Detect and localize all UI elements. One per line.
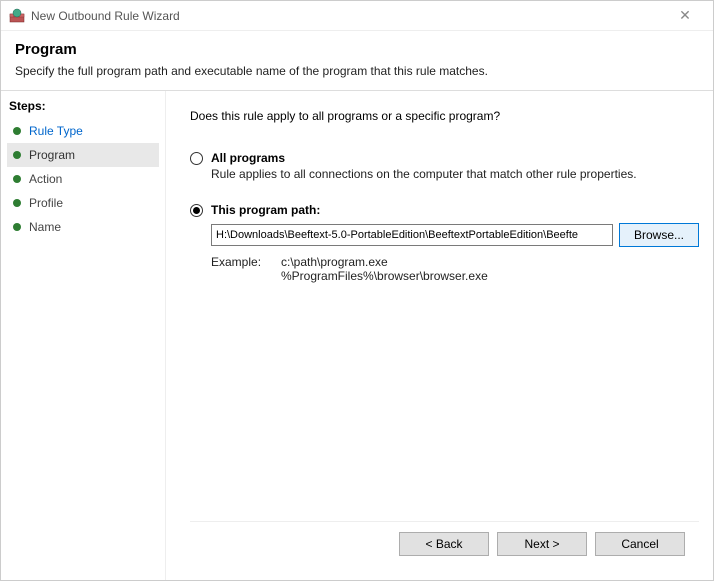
option-path-label: This program path: <box>211 203 320 217</box>
step-label: Name <box>29 220 61 234</box>
step-rule-type[interactable]: Rule Type <box>7 119 159 143</box>
example-label: Example: <box>211 255 281 283</box>
close-icon[interactable]: ✕ <box>665 7 705 24</box>
titlebar: New Outbound Rule Wizard ✕ <box>1 1 713 31</box>
option-all-label: All programs <box>211 151 285 165</box>
step-label: Profile <box>29 196 63 210</box>
page-title: Program <box>15 41 699 58</box>
question-text: Does this rule apply to all programs or … <box>190 109 699 123</box>
main-panel: Does this rule apply to all programs or … <box>166 91 713 580</box>
radio-all-programs[interactable] <box>190 152 203 165</box>
example-text: c:\path\program.exe %ProgramFiles%\brows… <box>281 255 488 283</box>
step-bullet-icon <box>13 199 21 207</box>
window-title: New Outbound Rule Wizard <box>31 9 665 23</box>
footer: < Back Next > Cancel <box>190 521 699 570</box>
step-bullet-icon <box>13 223 21 231</box>
step-bullet-icon <box>13 175 21 183</box>
option-all-programs: All programs Rule applies to all connect… <box>190 151 699 181</box>
step-bullet-icon <box>13 151 21 159</box>
program-path-input[interactable] <box>211 224 613 246</box>
step-label: Program <box>29 148 75 162</box>
firewall-icon <box>9 8 25 24</box>
option-program-path: This program path: Browse... Example: c:… <box>190 203 699 283</box>
browse-button[interactable]: Browse... <box>619 223 699 247</box>
wizard-window: New Outbound Rule Wizard ✕ Program Speci… <box>0 0 714 581</box>
cancel-button[interactable]: Cancel <box>595 532 685 556</box>
body: Steps: Rule Type Program Action Profile … <box>1 91 713 580</box>
step-label: Rule Type <box>29 124 83 138</box>
radio-program-path[interactable] <box>190 204 203 217</box>
step-bullet-icon <box>13 127 21 135</box>
steps-sidebar: Steps: Rule Type Program Action Profile … <box>1 91 166 580</box>
option-all-desc: Rule applies to all connections on the c… <box>211 167 699 181</box>
step-program[interactable]: Program <box>7 143 159 167</box>
step-action[interactable]: Action <box>7 167 159 191</box>
page-subtitle: Specify the full program path and execut… <box>15 64 699 78</box>
next-button[interactable]: Next > <box>497 532 587 556</box>
steps-title: Steps: <box>7 99 159 113</box>
back-button[interactable]: < Back <box>399 532 489 556</box>
step-label: Action <box>29 172 62 186</box>
step-profile[interactable]: Profile <box>7 191 159 215</box>
step-name[interactable]: Name <box>7 215 159 239</box>
header: Program Specify the full program path an… <box>1 31 713 91</box>
